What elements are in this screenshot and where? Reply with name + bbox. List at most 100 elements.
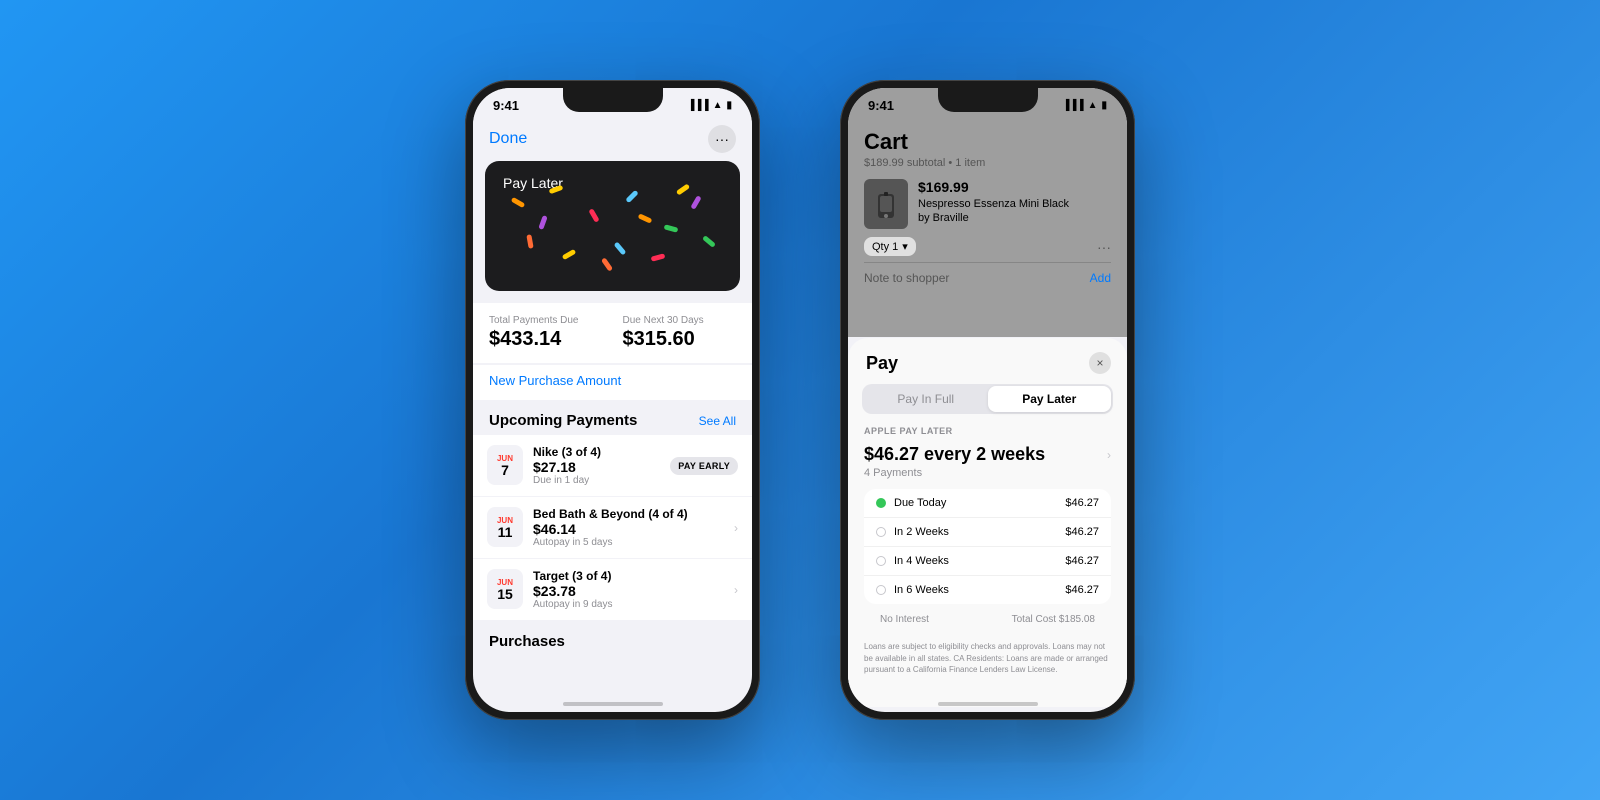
home-indicator-right: [938, 702, 1038, 706]
item-more-icon[interactable]: ···: [1097, 239, 1111, 255]
confetti-2: [548, 185, 563, 194]
payment-sub-bbb: Autopay in 5 days: [533, 537, 724, 548]
see-all-button[interactable]: See All: [699, 414, 736, 428]
cart-title: Cart: [864, 129, 1111, 155]
note-row: Note to shopper Add: [864, 263, 1111, 285]
status-icons-right: ▐▐▐ ▲ ▮: [1062, 100, 1107, 111]
schedule-dot-3: [876, 556, 886, 566]
day-bbb: 11: [498, 525, 513, 539]
qty-label: Qty 1: [872, 241, 898, 253]
note-add-button[interactable]: Add: [1090, 271, 1111, 285]
confetti-5: [663, 224, 678, 232]
schedule-dot-2: [876, 527, 886, 537]
confetti-8: [561, 249, 576, 260]
cart-item-controls: Qty 1 ▾ ···: [864, 237, 1111, 263]
confetti-14: [676, 183, 690, 195]
next-value: $315.60: [623, 328, 737, 351]
signal-icon-right: ▐▐▐: [1062, 100, 1083, 111]
schedule-amount-1: $46.27: [1065, 497, 1099, 509]
date-badge-nike: JUN 7: [487, 445, 523, 485]
tab-pay-in-full[interactable]: Pay In Full: [864, 386, 988, 412]
payment-schedule: Due Today $46.27 In 2 Weeks $46.27: [864, 489, 1111, 604]
day-nike: 7: [501, 463, 509, 477]
chevron-bbb: ›: [734, 521, 738, 535]
purchases-header: Purchases: [473, 621, 752, 656]
schedule-left-2: In 2 Weeks: [876, 526, 949, 538]
confetti-3: [588, 208, 599, 223]
apl-chevron: ›: [1107, 448, 1111, 462]
payment-sub-target: Autopay in 9 days: [533, 599, 724, 610]
payment-summary: Total Payments Due $433.14 Due Next 30 D…: [473, 303, 752, 363]
schedule-left-1: Due Today: [876, 497, 946, 509]
payment-item-bbb[interactable]: JUN 11 Bed Bath & Beyond (4 of 4) $46.14…: [473, 497, 752, 558]
payment-amount-target: $23.78: [533, 583, 724, 599]
apple-pay-later-section: APPLE PAY LATER $46.27 every 2 weeks › 4…: [848, 426, 1127, 633]
close-sheet-button[interactable]: ×: [1089, 352, 1111, 374]
date-badge-bbb: JUN 11: [487, 507, 523, 547]
notch-right: [938, 88, 1038, 112]
schedule-label-1: Due Today: [894, 497, 946, 509]
tab-switcher: Pay In Full Pay Later: [862, 384, 1113, 414]
battery-icon-right: ▮: [1101, 100, 1107, 111]
schedule-amount-3: $46.27: [1065, 555, 1099, 567]
wifi-icon-right: ▲: [1088, 100, 1098, 111]
payment-name-target: Target (3 of 4): [533, 569, 724, 583]
payment-item-target[interactable]: JUN 15 Target (3 of 4) $23.78 Autopay in…: [473, 559, 752, 620]
right-phone: 9:41 ▐▐▐ ▲ ▮ Cart $189.99 subtotal • 1 i…: [840, 80, 1135, 720]
confetti-container: [485, 161, 740, 291]
done-button[interactable]: Done: [489, 130, 527, 148]
schedule-dot-1: [876, 498, 886, 508]
upcoming-section-header: Upcoming Payments See All: [473, 400, 752, 435]
qty-chevron: ▾: [902, 240, 908, 253]
date-badge-target: JUN 15: [487, 569, 523, 609]
payment-amount-nike: $27.18: [533, 459, 660, 475]
home-indicator-left: [563, 702, 663, 706]
next-label: Due Next 30 Days: [623, 315, 737, 326]
confetti-7: [527, 234, 534, 249]
disclaimer-text: Loans are subject to eligibility checks …: [848, 633, 1127, 683]
cart-item-details: $169.99 Nespresso Essenza Mini Black by …: [918, 179, 1111, 226]
no-interest-label: No Interest: [880, 614, 929, 625]
cart-area: Cart $189.99 subtotal • 1 item $169.99: [848, 117, 1127, 337]
payment-details-bbb: Bed Bath & Beyond (4 of 4) $46.14 Autopa…: [533, 507, 724, 548]
schedule-left-4: In 6 Weeks: [876, 584, 949, 596]
schedule-amount-2: $46.27: [1065, 526, 1099, 538]
confetti-11: [702, 235, 716, 248]
time-right: 9:41: [868, 98, 894, 113]
payment-item-nike[interactable]: JUN 7 Nike (3 of 4) $27.18 Due in 1 day …: [473, 435, 752, 496]
schedule-row-4: In 6 Weeks $46.27: [864, 576, 1111, 604]
schedule-row-3: In 4 Weeks $46.27: [864, 547, 1111, 576]
apple-pay-logo: Pay: [864, 353, 898, 374]
apl-payments-count: 4 Payments: [864, 467, 1111, 479]
next-payments-stat: Due Next 30 Days $315.60: [623, 315, 737, 351]
payment-sub-nike: Due in 1 day: [533, 475, 660, 486]
apl-section-label: APPLE PAY LATER: [864, 426, 1111, 436]
payment-name-nike: Nike (3 of 4): [533, 445, 660, 459]
signal-icon: ▐▐▐: [687, 100, 708, 111]
cart-item-image: [864, 179, 908, 229]
cart-item-row: $169.99 Nespresso Essenza Mini Black by …: [864, 179, 1111, 229]
tab-pay-later[interactable]: Pay Later: [988, 386, 1112, 412]
cart-subtitle: $189.99 subtotal • 1 item: [864, 157, 1111, 169]
apple-pay-sheet: Pay × Pay In Full Pay Later: [848, 338, 1127, 707]
total-payments-stat: Total Payments Due $433.14: [489, 315, 603, 351]
more-button[interactable]: ···: [708, 125, 736, 153]
upcoming-title: Upcoming Payments: [489, 412, 637, 429]
qty-dropdown[interactable]: Qty 1 ▾: [864, 237, 916, 256]
sheet-header: Pay ×: [848, 338, 1127, 384]
pay-early-button[interactable]: PAY EARLY: [670, 457, 738, 475]
confetti-10: [650, 253, 665, 261]
nav-bar-left: Done ···: [473, 117, 752, 161]
new-purchase-link[interactable]: New Purchase Amount: [473, 365, 752, 400]
total-label: Total Payments Due: [489, 315, 603, 326]
payment-name-bbb: Bed Bath & Beyond (4 of 4): [533, 507, 724, 521]
schedule-label-2: In 2 Weeks: [894, 526, 949, 538]
payment-details-nike: Nike (3 of 4) $27.18 Due in 1 day: [533, 445, 660, 486]
status-icons-left: ▐▐▐ ▲ ▮: [687, 100, 732, 111]
apl-amount: $46.27 every 2 weeks: [864, 444, 1045, 465]
confetti-13: [638, 213, 653, 223]
schedule-left-3: In 4 Weeks: [876, 555, 949, 567]
payment-amount-bbb: $46.14: [533, 521, 724, 537]
wifi-icon: ▲: [713, 100, 723, 111]
pay-later-card[interactable]: Pay Later: [485, 161, 740, 291]
